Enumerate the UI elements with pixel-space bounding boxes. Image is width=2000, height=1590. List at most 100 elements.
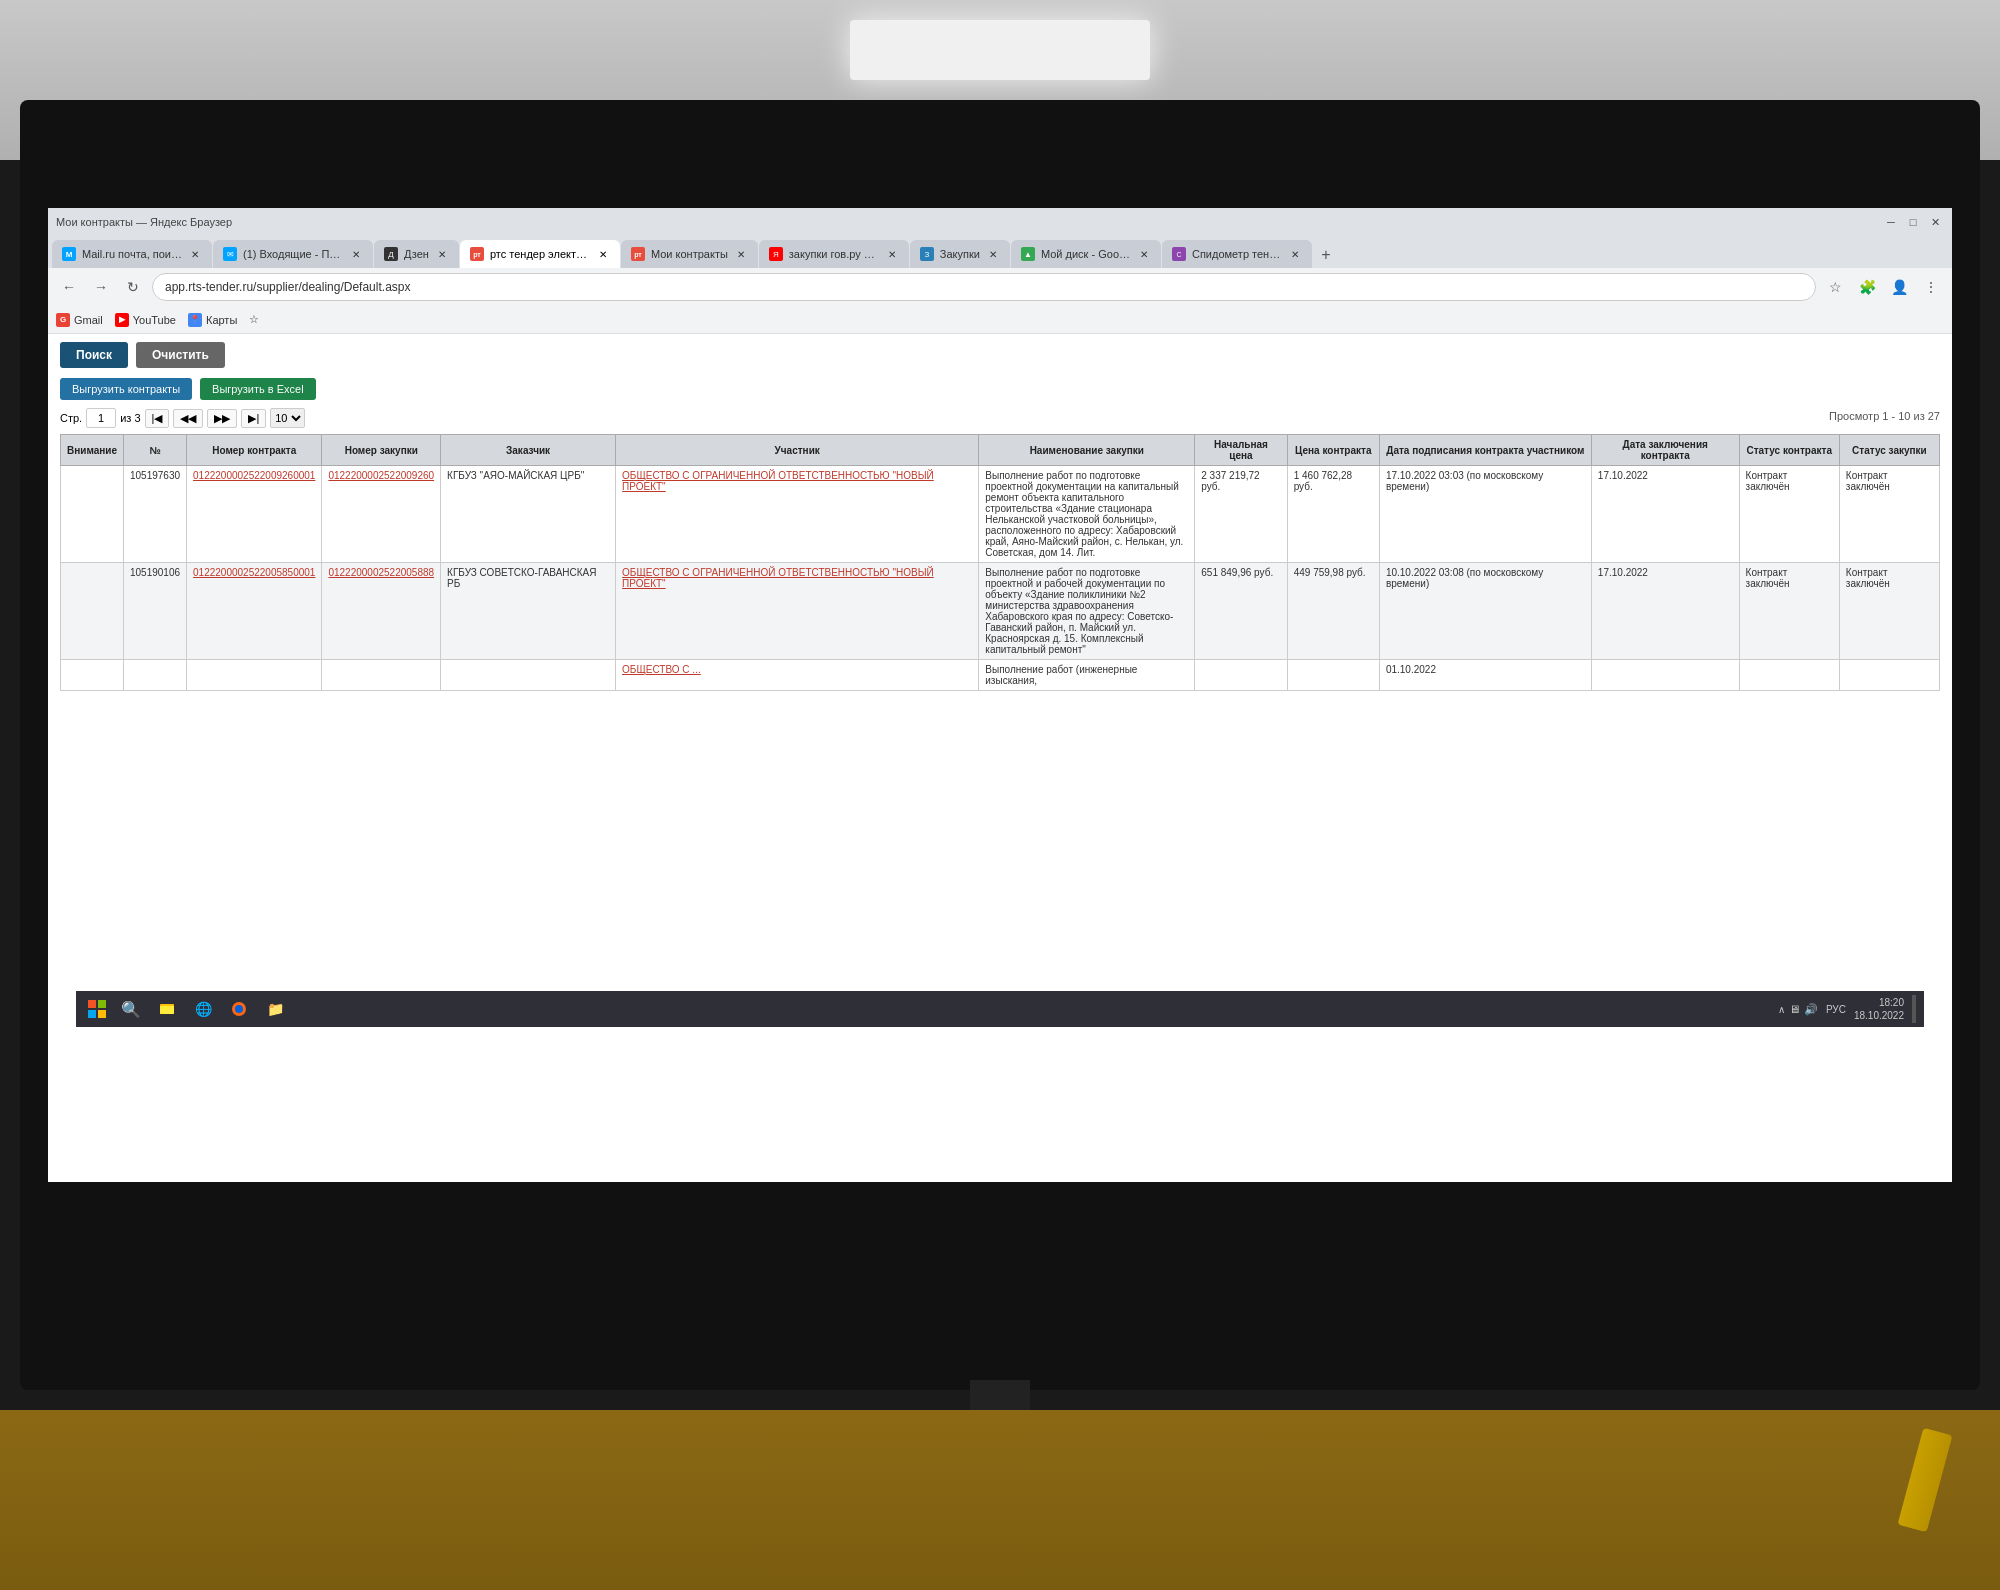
bookmark-maps[interactable]: 📍 Карты xyxy=(188,313,237,327)
taskbar-folder-button[interactable]: 📁 xyxy=(260,994,290,1024)
cell-purchase-num-1[interactable]: 0122200002522009260 xyxy=(322,466,441,563)
cell-purchase-name-1: Выполнение работ по подготовке проектной… xyxy=(979,466,1195,563)
tab-close-inbox[interactable]: ✕ xyxy=(349,247,363,261)
tab-goszakupki[interactable]: Я закупки гов.ру офиц... ✕ xyxy=(759,240,909,268)
start-button[interactable] xyxy=(84,996,110,1022)
tab-favicon-zakupki: З xyxy=(920,247,934,261)
taskbar-files-button[interactable] xyxy=(152,994,182,1024)
cell-participant-2[interactable]: ОБЩЕСТВО С ОГРАНИЧЕННОЙ ОТВЕТСТВЕННОСТЬЮ… xyxy=(616,563,979,660)
menu-button[interactable]: ⋮ xyxy=(1918,274,1944,300)
export-excel-button[interactable]: Выгрузить в Excel xyxy=(200,378,316,400)
tray-arrow[interactable]: ∧ xyxy=(1778,1004,1785,1015)
tab-close-speed[interactable]: ✕ xyxy=(1288,247,1302,261)
page-number-input[interactable] xyxy=(86,408,116,428)
tab-zakupki[interactable]: З Закупки ✕ xyxy=(910,240,1010,268)
cell-contract-num-2[interactable]: 0122200002522005850001 xyxy=(187,563,322,660)
tab-speedometer[interactable]: С Спидометр тендерм... ✕ xyxy=(1162,240,1312,268)
close-button[interactable]: ✕ xyxy=(1926,213,1944,231)
new-tab-button[interactable]: + xyxy=(1313,242,1339,268)
cell-participant-1[interactable]: ОБЩЕСТВО С ОГРАНИЧЕННОЙ ОТВЕТСТВЕННОСТЬЮ… xyxy=(616,466,979,563)
tab-favicon-inbox: ✉ xyxy=(223,247,237,261)
tab-close-dzen[interactable]: ✕ xyxy=(435,247,449,261)
per-page-select[interactable]: 10 25 50 xyxy=(270,408,305,428)
tab-label-rts: ртс тендер электрон... xyxy=(490,248,590,260)
taskbar-chrome-button[interactable]: 🌐 xyxy=(188,994,218,1024)
cell-contract-status-2: Контракт заключён xyxy=(1739,563,1839,660)
tab-label-mail: Mail.ru почта, поиск ... xyxy=(82,248,182,260)
minimize-button[interactable]: ─ xyxy=(1882,213,1900,231)
cell-purchase-num-2[interactable]: 0122200002522005888 xyxy=(322,563,441,660)
tab-close-contracts[interactable]: ✕ xyxy=(734,247,748,261)
cell-contract-status-3 xyxy=(1739,660,1839,691)
tab-close-zakupki[interactable]: ✕ xyxy=(986,247,1000,261)
purchase-num-link-2[interactable]: 0122200002522005888 xyxy=(328,567,434,578)
search-actions: Поиск Очистить xyxy=(60,342,1940,368)
search-button[interactable]: Поиск xyxy=(60,342,128,368)
export-contracts-button[interactable]: Выгрузить контракты xyxy=(60,378,192,400)
back-button[interactable]: ← xyxy=(56,274,82,300)
participant-link-1[interactable]: ОБЩЕСТВО С ОГРАНИЧЕННОЙ ОТВЕТСТВЕННОСТЬЮ… xyxy=(622,470,934,492)
taskbar-firefox-button[interactable] xyxy=(224,994,254,1024)
show-desktop-button[interactable] xyxy=(1912,995,1916,1023)
cell-purchase-status-3 xyxy=(1839,660,1939,691)
tab-close-drive[interactable]: ✕ xyxy=(1137,247,1151,261)
bookmark-gmail[interactable]: G Gmail xyxy=(56,313,103,327)
clear-button[interactable]: Очистить xyxy=(136,342,225,368)
taskbar-right: ∧ 🖥 🔊 РУС 18:20 18.10.2022 xyxy=(1778,995,1916,1023)
cell-participant-3[interactable]: ОБЩЕСТВО С ... xyxy=(616,660,979,691)
bookmark-label-maps: Карты xyxy=(206,314,237,326)
bookmark-youtube[interactable]: ▶ YouTube xyxy=(115,313,176,327)
reload-button[interactable]: ↻ xyxy=(120,274,146,300)
clock-date: 18.10.2022 xyxy=(1854,1009,1904,1022)
next-page-button[interactable]: ▶▶ xyxy=(207,409,237,428)
browser-title-text: Мои контракты — Яндекс Браузер xyxy=(56,216,232,228)
svg-rect-3 xyxy=(98,1010,106,1018)
first-page-button[interactable]: |◀ xyxy=(145,409,170,428)
cell-contract-price-3 xyxy=(1287,660,1379,691)
last-page-button[interactable]: ▶| xyxy=(241,409,266,428)
tab-my-contracts[interactable]: рт Мои контракты ✕ xyxy=(621,240,758,268)
tray-volume[interactable]: 🔊 xyxy=(1804,1003,1818,1016)
cell-purchase-num-3 xyxy=(322,660,441,691)
bookmark-star[interactable]: ☆ xyxy=(249,313,259,326)
taskbar-clock[interactable]: 18:20 18.10.2022 xyxy=(1854,996,1904,1022)
cell-sign-date-2: 10.10.2022 03:08 (по московскому времени… xyxy=(1379,563,1591,660)
tab-favicon-drive: ▲ xyxy=(1021,247,1035,261)
col-header-conclusion-date: Дата заключения контракта xyxy=(1591,435,1739,466)
col-header-contract-num: Номер контракта xyxy=(187,435,322,466)
taskbar-search-button[interactable]: 🔍 xyxy=(116,994,146,1024)
tab-inbox[interactable]: ✉ (1) Входящие - Почте ... ✕ xyxy=(213,240,373,268)
contract-num-link-1[interactable]: 0122200002522009260001 xyxy=(193,470,315,481)
svg-point-7 xyxy=(235,1005,243,1013)
tab-mail-ru[interactable]: М Mail.ru почта, поиск ... ✕ xyxy=(52,240,212,268)
account-button[interactable]: 👤 xyxy=(1886,274,1912,300)
cable-cord xyxy=(1898,1428,1953,1532)
cell-customer-3 xyxy=(441,660,616,691)
tab-close-gos[interactable]: ✕ xyxy=(885,247,899,261)
extensions-button[interactable]: 🧩 xyxy=(1854,274,1880,300)
page-content: Поиск Очистить Выгрузить контракты Выгру… xyxy=(48,334,1952,1178)
cell-num-3 xyxy=(124,660,187,691)
prev-page-button[interactable]: ◀◀ xyxy=(173,409,203,428)
col-header-num: № xyxy=(124,435,187,466)
maximize-button[interactable]: □ xyxy=(1904,213,1922,231)
cell-initial-price-1: 2 337 219,72 руб. xyxy=(1195,466,1287,563)
tab-dzen[interactable]: Д Дзен ✕ xyxy=(374,240,459,268)
address-input[interactable] xyxy=(152,273,1816,301)
participant-link-2[interactable]: ОБЩЕСТВО С ОГРАНИЧЕННОЙ ОТВЕТСТВЕННОСТЬЮ… xyxy=(622,567,934,589)
tab-close-rts[interactable]: ✕ xyxy=(596,247,610,261)
page-label: Стр. xyxy=(60,412,82,424)
table-row: 105190106 0122200002522005850001 0122200… xyxy=(61,563,1940,660)
cell-purchase-status-2: Контракт заключён xyxy=(1839,563,1939,660)
tab-close-mail[interactable]: ✕ xyxy=(188,247,202,261)
bookmark-star-button[interactable]: ☆ xyxy=(1822,274,1848,300)
contract-num-link-2[interactable]: 0122200002522005850001 xyxy=(193,567,315,578)
purchase-num-link-1[interactable]: 0122200002522009260 xyxy=(328,470,434,481)
bookmark-icon-star: ☆ xyxy=(249,313,259,326)
svg-rect-2 xyxy=(88,1010,96,1018)
participant-link-3[interactable]: ОБЩЕСТВО С ... xyxy=(622,664,701,675)
cell-contract-num-1[interactable]: 0122200002522009260001 xyxy=(187,466,322,563)
tab-google-drive[interactable]: ▲ Мой диск - Google д... ✕ xyxy=(1011,240,1161,268)
tab-rts-tender[interactable]: рт ртс тендер электрон... ✕ xyxy=(460,240,620,268)
forward-button[interactable]: → xyxy=(88,274,114,300)
